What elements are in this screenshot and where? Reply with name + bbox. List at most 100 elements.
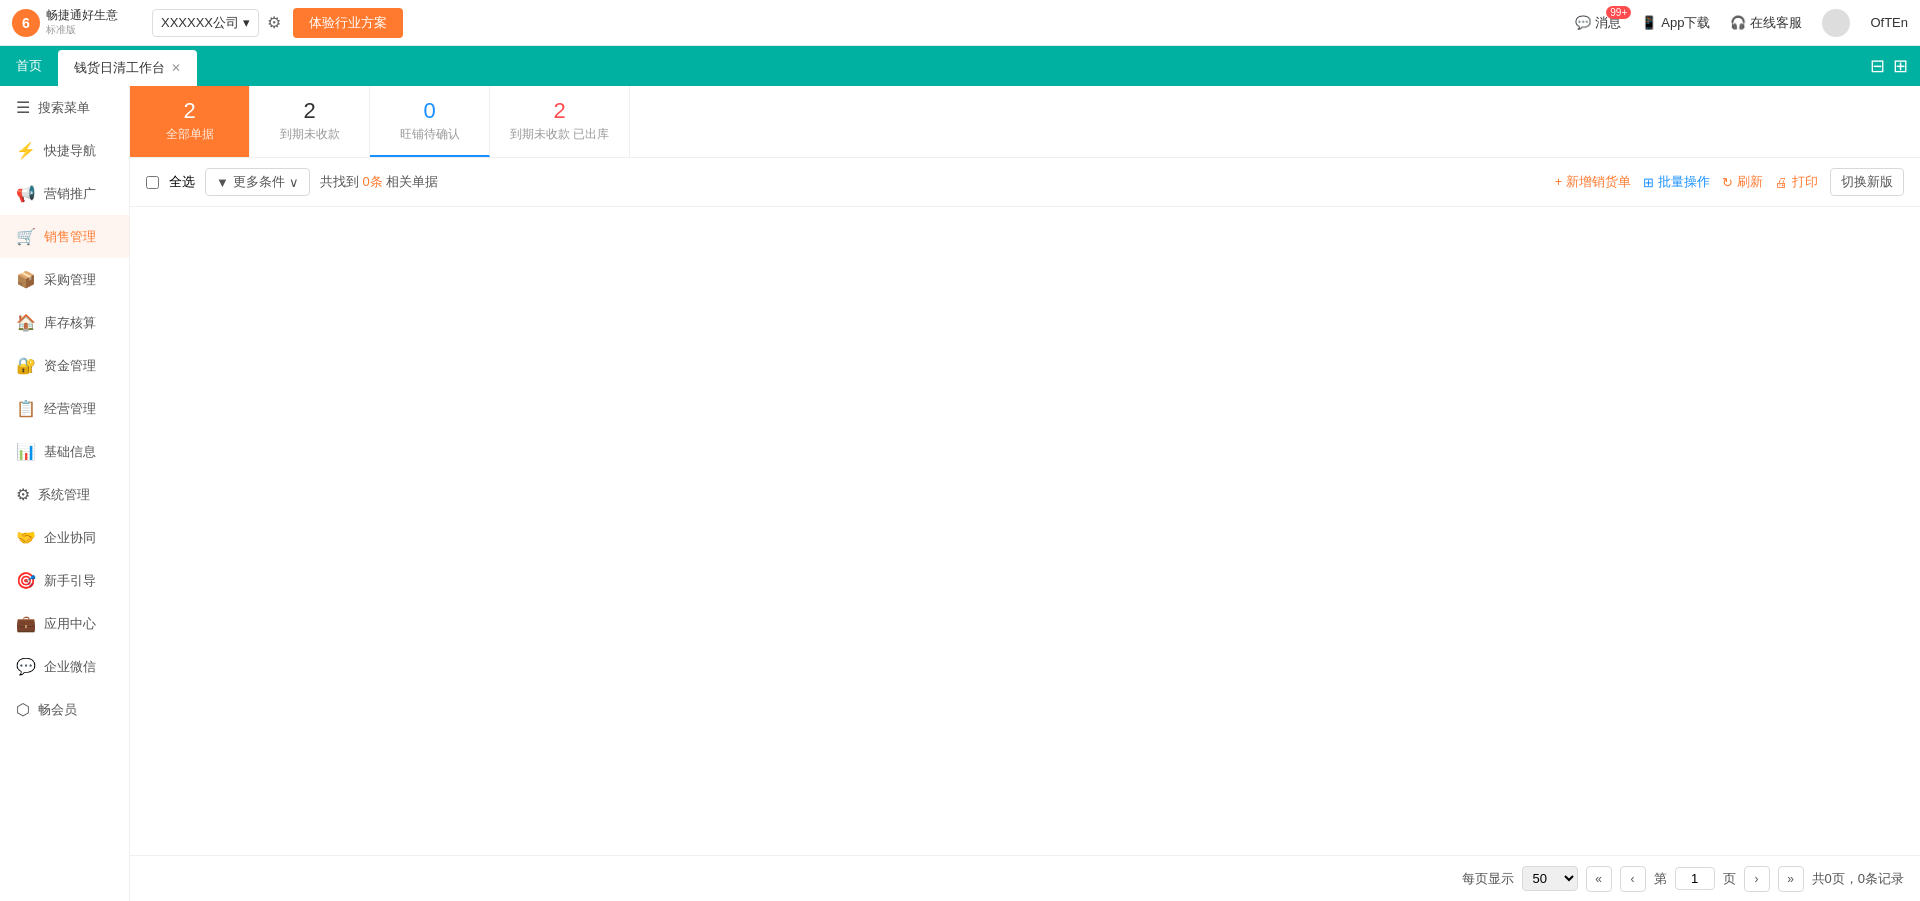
wechat-icon: 💬 bbox=[16, 657, 36, 676]
sidebar-item-label: 销售管理 bbox=[44, 228, 96, 246]
sidebar-item-label: 应用中心 bbox=[44, 615, 96, 633]
toolbar-right: + 新增销货单 ⊞ 批量操作 ↻ 刷新 🖨 打印 切换新版 bbox=[1555, 168, 1904, 196]
company-name: XXXXXX公司 bbox=[161, 14, 239, 32]
found-count: 0条 bbox=[363, 174, 383, 189]
enterprise-coop-icon: 🤝 bbox=[16, 528, 36, 547]
logo-area: 6 畅捷通好生意 标准版 bbox=[12, 8, 142, 38]
sidebar-item-enterprise-wechat[interactable]: 💬 企业微信 bbox=[0, 645, 129, 688]
filter-button[interactable]: ▼ 更多条件 ∨ bbox=[205, 168, 310, 196]
print-icon: 🖨 bbox=[1775, 175, 1788, 190]
minimize-icon[interactable]: ⊟ bbox=[1870, 55, 1885, 77]
sidebar-item-enterprise-coop[interactable]: 🤝 企业协同 bbox=[0, 516, 129, 559]
per-page-select[interactable]: 50 20 100 bbox=[1522, 866, 1578, 891]
quick-nav-icon: ⚡ bbox=[16, 141, 36, 160]
sidebar-item-label: 基础信息 bbox=[44, 443, 96, 461]
chevron-down-icon: ▾ bbox=[243, 15, 250, 30]
sidebar-item-quick-nav[interactable]: ⚡ 快捷导航 bbox=[0, 129, 129, 172]
sidebar-item-purchase[interactable]: 📦 采购管理 bbox=[0, 258, 129, 301]
sidebar-item-capital[interactable]: 🔐 资金管理 bbox=[0, 344, 129, 387]
sidebar-item-basic-info[interactable]: 📊 基础信息 bbox=[0, 430, 129, 473]
nav-expand-buttons: ⊟ ⊞ bbox=[1858, 55, 1920, 77]
message-button[interactable]: 💬 消息 99+ bbox=[1575, 14, 1621, 32]
sidebar-item-app-center[interactable]: 💼 应用中心 bbox=[0, 602, 129, 645]
filter-icon: ▼ bbox=[216, 175, 229, 190]
tab-workbench-label: 钱货日清工作台 bbox=[74, 59, 165, 77]
sidebar-item-label: 库存核算 bbox=[44, 314, 96, 332]
add-sales-order-button[interactable]: + 新增销货单 bbox=[1555, 173, 1631, 191]
sidebar-item-operations[interactable]: 📋 经营管理 bbox=[0, 387, 129, 430]
search-menu-icon: ☰ bbox=[16, 98, 30, 117]
stat-label-overdue: 到期未收款 bbox=[270, 126, 349, 143]
capital-icon: 🔐 bbox=[16, 356, 36, 375]
online-service-button[interactable]: 🎧 在线客服 bbox=[1730, 14, 1802, 32]
trial-button[interactable]: 体验行业方案 bbox=[293, 8, 403, 38]
username[interactable]: OfTEn bbox=[1870, 15, 1908, 30]
sidebar-item-system[interactable]: ⚙ 系统管理 bbox=[0, 473, 129, 516]
stat-tab-all[interactable]: 2 全部单据 bbox=[130, 86, 250, 157]
first-page-button[interactable]: « bbox=[1586, 866, 1612, 892]
refresh-button[interactable]: ↻ 刷新 bbox=[1722, 173, 1763, 191]
next-page-button[interactable]: › bbox=[1744, 866, 1770, 892]
sidebar-item-vip[interactable]: ⬡ 畅会员 bbox=[0, 688, 129, 731]
top-right-actions: 💬 消息 99+ 📱 App下载 🎧 在线客服 OfTEn bbox=[1575, 9, 1908, 37]
sidebar-item-sales[interactable]: 🛒 销售管理 bbox=[0, 215, 129, 258]
settings-button[interactable]: ⚙ bbox=[267, 13, 281, 32]
stat-label-shipped: 到期未收款 已出库 bbox=[510, 126, 609, 143]
sidebar-item-search-menu[interactable]: ☰ 搜索菜单 bbox=[0, 86, 129, 129]
sidebar-item-label: 新手引导 bbox=[44, 572, 96, 590]
refresh-icon: ↻ bbox=[1722, 175, 1733, 190]
page-input[interactable] bbox=[1675, 867, 1715, 890]
refresh-label: 刷新 bbox=[1737, 173, 1763, 191]
sidebar-item-marketing[interactable]: 📢 营销推广 bbox=[0, 172, 129, 215]
table-area bbox=[130, 207, 1920, 855]
switch-version-button[interactable]: 切换新版 bbox=[1830, 168, 1904, 196]
avatar[interactable] bbox=[1822, 9, 1850, 37]
stat-tab-shipped[interactable]: 2 到期未收款 已出库 bbox=[490, 86, 630, 157]
inventory-icon: 🏠 bbox=[16, 313, 36, 332]
select-all-label: 全选 bbox=[169, 173, 195, 191]
stat-number-overdue: 2 bbox=[270, 98, 349, 124]
tab-close-icon[interactable]: ✕ bbox=[171, 61, 181, 75]
sidebar-item-label: 企业微信 bbox=[44, 658, 96, 676]
print-button[interactable]: 🖨 打印 bbox=[1775, 173, 1818, 191]
prev-page-button[interactable]: ‹ bbox=[1620, 866, 1646, 892]
sidebar-item-guide[interactable]: 🎯 新手引导 bbox=[0, 559, 129, 602]
stat-number-pending: 0 bbox=[390, 98, 469, 124]
batch-icon: ⊞ bbox=[1643, 175, 1654, 190]
sidebar-item-label: 采购管理 bbox=[44, 271, 96, 289]
stats-tabs: 2 全部单据 2 到期未收款 0 旺铺待确认 2 到期未收款 已出库 bbox=[130, 86, 1920, 158]
print-label: 打印 bbox=[1792, 173, 1818, 191]
last-page-button[interactable]: » bbox=[1778, 866, 1804, 892]
total-info: 共0页，0条记录 bbox=[1812, 870, 1904, 888]
tab-home[interactable]: 首页 bbox=[0, 46, 58, 86]
per-page-label: 每页显示 bbox=[1462, 870, 1514, 888]
operations-icon: 📋 bbox=[16, 399, 36, 418]
marketing-icon: 📢 bbox=[16, 184, 36, 203]
batch-label: 批量操作 bbox=[1658, 173, 1710, 191]
sidebar-item-label: 营销推广 bbox=[44, 185, 96, 203]
stat-number-all: 2 bbox=[150, 98, 229, 124]
select-all-checkbox[interactable] bbox=[146, 176, 159, 189]
logo-text: 畅捷通好生意 bbox=[46, 8, 118, 24]
found-suffix: 相关单据 bbox=[386, 174, 438, 189]
sidebar-item-label: 企业协同 bbox=[44, 529, 96, 547]
batch-operation-button[interactable]: ⊞ 批量操作 bbox=[1643, 173, 1710, 191]
maximize-icon[interactable]: ⊞ bbox=[1893, 55, 1908, 77]
sidebar-item-inventory[interactable]: 🏠 库存核算 bbox=[0, 301, 129, 344]
stat-tab-pending[interactable]: 0 旺铺待确认 bbox=[370, 86, 490, 157]
sidebar-item-label: 搜索菜单 bbox=[38, 99, 90, 117]
found-text: 共找到 0条 相关单据 bbox=[320, 173, 438, 191]
vip-icon: ⬡ bbox=[16, 700, 30, 719]
chevron-filter-icon: ∨ bbox=[289, 175, 299, 190]
service-label: 在线客服 bbox=[1750, 14, 1802, 32]
basic-info-icon: 📊 bbox=[16, 442, 36, 461]
tab-workbench[interactable]: 钱货日清工作台 ✕ bbox=[58, 50, 197, 86]
app-download-button[interactable]: 📱 App下载 bbox=[1641, 14, 1710, 32]
sidebar-item-label: 经营管理 bbox=[44, 400, 96, 418]
app-label: App下载 bbox=[1661, 14, 1710, 32]
main-layout: ☰ 搜索菜单 ⚡ 快捷导航 📢 营销推广 🛒 销售管理 📦 采购管理 🏠 库存核… bbox=[0, 86, 1920, 901]
guide-icon: 🎯 bbox=[16, 571, 36, 590]
stat-tab-overdue[interactable]: 2 到期未收款 bbox=[250, 86, 370, 157]
company-selector[interactable]: XXXXXX公司 ▾ bbox=[152, 9, 259, 37]
sidebar-item-label: 畅会员 bbox=[38, 701, 77, 719]
